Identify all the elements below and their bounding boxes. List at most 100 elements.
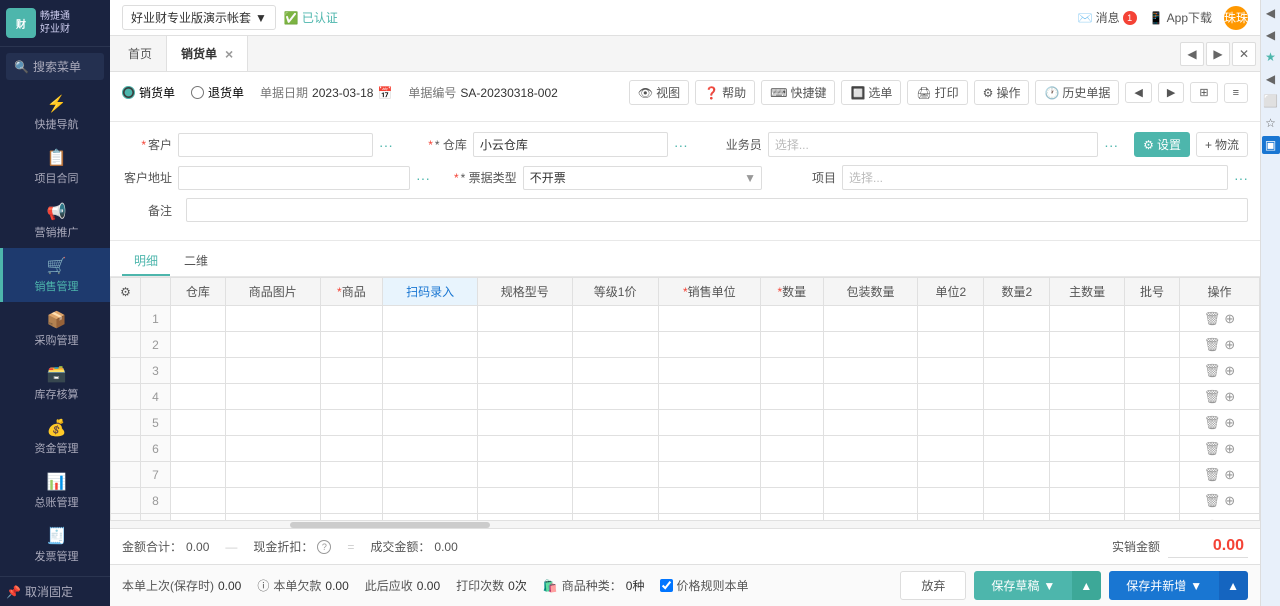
row-sale-unit[interactable]	[658, 488, 761, 514]
th-settings[interactable]: ⚙	[111, 278, 141, 306]
row-price1[interactable]	[572, 436, 658, 462]
detail-tab-list[interactable]: 明细	[122, 247, 170, 276]
row-product-img[interactable]	[225, 384, 320, 410]
tab-sales-order[interactable]: 销货单 ×	[167, 36, 248, 71]
row-price1[interactable]	[572, 462, 658, 488]
row-sale-unit[interactable]	[658, 436, 761, 462]
toolbar-operate[interactable]: ⚙操作	[974, 80, 1030, 105]
calendar-icon[interactable]: 📅	[377, 86, 392, 100]
row-pack-qty[interactable]	[823, 462, 918, 488]
row-copy-btn[interactable]: ⊕	[1224, 467, 1235, 483]
row-spec[interactable]	[477, 306, 572, 332]
toolbar-nav-next[interactable]: ▶	[1158, 82, 1184, 103]
row-copy-btn[interactable]: ⊕	[1224, 311, 1235, 327]
row-copy-btn[interactable]: ⊕	[1224, 363, 1235, 379]
row-qty2[interactable]	[984, 436, 1050, 462]
row-qty[interactable]	[761, 462, 824, 488]
row-unit2[interactable]	[918, 306, 984, 332]
row-unit2[interactable]	[918, 462, 984, 488]
row-qty2[interactable]	[984, 332, 1050, 358]
toolbar-shortcut[interactable]: ⌨快捷键	[761, 80, 835, 105]
row-main-qty[interactable]	[1050, 410, 1125, 436]
row-spec[interactable]	[477, 332, 572, 358]
actual-amount-input[interactable]	[1168, 535, 1248, 558]
row-product-img[interactable]	[225, 436, 320, 462]
row-product[interactable]	[320, 384, 383, 410]
project-input[interactable]: 选择...	[842, 165, 1228, 190]
table-row[interactable]: 7 🗑 ⊕	[111, 462, 1260, 488]
tab-home[interactable]: 首页	[114, 36, 167, 71]
toolbar-select[interactable]: 🔲选单	[841, 80, 901, 105]
customer-input[interactable]	[178, 133, 373, 157]
row-product[interactable]	[320, 332, 383, 358]
row-delete-btn[interactable]: 🗑	[1204, 311, 1221, 327]
right-panel-icon-3[interactable]: ★	[1262, 48, 1280, 66]
tab-prev-btn[interactable]: ◀	[1180, 42, 1204, 66]
row-batch[interactable]	[1125, 436, 1180, 462]
row-delete-btn[interactable]: 🗑	[1204, 363, 1221, 379]
sidebar-item-marketing[interactable]: 📢 营销推广	[0, 194, 110, 248]
row-unit2[interactable]	[918, 488, 984, 514]
salesperson-input[interactable]: 选择...	[768, 132, 1098, 157]
row-qty2[interactable]	[984, 358, 1050, 384]
table-row[interactable]: 8 🗑 ⊕	[111, 488, 1260, 514]
row-main-qty[interactable]	[1050, 436, 1125, 462]
row-product-img[interactable]	[225, 462, 320, 488]
row-sale-unit[interactable]	[658, 410, 761, 436]
save-draft-button[interactable]: 保存草稿 ▼	[974, 571, 1072, 600]
table-row[interactable]: 3 🗑 ⊕	[111, 358, 1260, 384]
row-sale-unit[interactable]	[658, 358, 761, 384]
row-qty2[interactable]	[984, 462, 1050, 488]
row-qty[interactable]	[761, 358, 824, 384]
row-warehouse[interactable]	[171, 488, 226, 514]
row-copy-btn[interactable]: ⊕	[1224, 415, 1235, 431]
row-batch[interactable]	[1125, 410, 1180, 436]
row-delete-btn[interactable]: 🗑	[1204, 493, 1221, 509]
row-price1[interactable]	[572, 358, 658, 384]
row-spec[interactable]	[477, 488, 572, 514]
warehouse-input[interactable]: 小云仓库	[473, 132, 668, 157]
row-qty[interactable]	[761, 384, 824, 410]
row-sale-unit[interactable]	[658, 462, 761, 488]
customer-more-icon[interactable]: ···	[379, 137, 393, 153]
toolbar-help[interactable]: ❓帮助	[695, 80, 755, 105]
address-input[interactable]	[178, 166, 410, 190]
row-unit2[interactable]	[918, 410, 984, 436]
row-price1[interactable]	[572, 410, 658, 436]
row-copy-btn[interactable]: ⊕	[1224, 493, 1235, 509]
app-download-action[interactable]: 📱 App下载	[1149, 9, 1212, 26]
row-qty[interactable]	[761, 306, 824, 332]
row-scan[interactable]	[383, 410, 478, 436]
row-pack-qty[interactable]	[823, 306, 918, 332]
save-new-arrow-button[interactable]: ▲	[1219, 571, 1248, 600]
row-spec[interactable]	[477, 436, 572, 462]
project-more-icon[interactable]: ···	[1234, 170, 1248, 186]
message-action[interactable]: ✉️ 消息 1	[1078, 9, 1137, 26]
row-warehouse[interactable]	[171, 462, 226, 488]
row-product[interactable]	[320, 436, 383, 462]
invoice-select[interactable]: 不开票 普通发票 增值税专票	[523, 166, 762, 190]
sidebar-item-project[interactable]: 📋 项目合同	[0, 140, 110, 194]
row-scan[interactable]	[383, 358, 478, 384]
row-spec[interactable]	[477, 384, 572, 410]
row-main-qty[interactable]	[1050, 306, 1125, 332]
row-spec[interactable]	[477, 358, 572, 384]
row-warehouse[interactable]	[171, 358, 226, 384]
detail-tab-2d[interactable]: 二维	[172, 247, 220, 276]
logistics-btn[interactable]: + 物流	[1196, 132, 1248, 157]
sidebar-item-accounting[interactable]: 📊 总账管理	[0, 464, 110, 518]
row-pack-qty[interactable]	[823, 332, 918, 358]
table-row[interactable]: 1 🗑 ⊕	[111, 306, 1260, 332]
row-pack-qty[interactable]	[823, 358, 918, 384]
row-batch[interactable]	[1125, 332, 1180, 358]
warehouse-more-icon[interactable]: ···	[674, 137, 688, 153]
right-panel-icon-7[interactable]: ▣	[1262, 136, 1280, 154]
row-warehouse[interactable]	[171, 332, 226, 358]
row-qty2[interactable]	[984, 488, 1050, 514]
toolbar-nav-prev[interactable]: ◀	[1125, 82, 1151, 103]
sidebar-search[interactable]: 🔍 搜索菜单	[6, 53, 104, 80]
row-unit2[interactable]	[918, 384, 984, 410]
row-price1[interactable]	[572, 384, 658, 410]
row-main-qty[interactable]	[1050, 332, 1125, 358]
address-more-icon[interactable]: ···	[416, 170, 430, 186]
